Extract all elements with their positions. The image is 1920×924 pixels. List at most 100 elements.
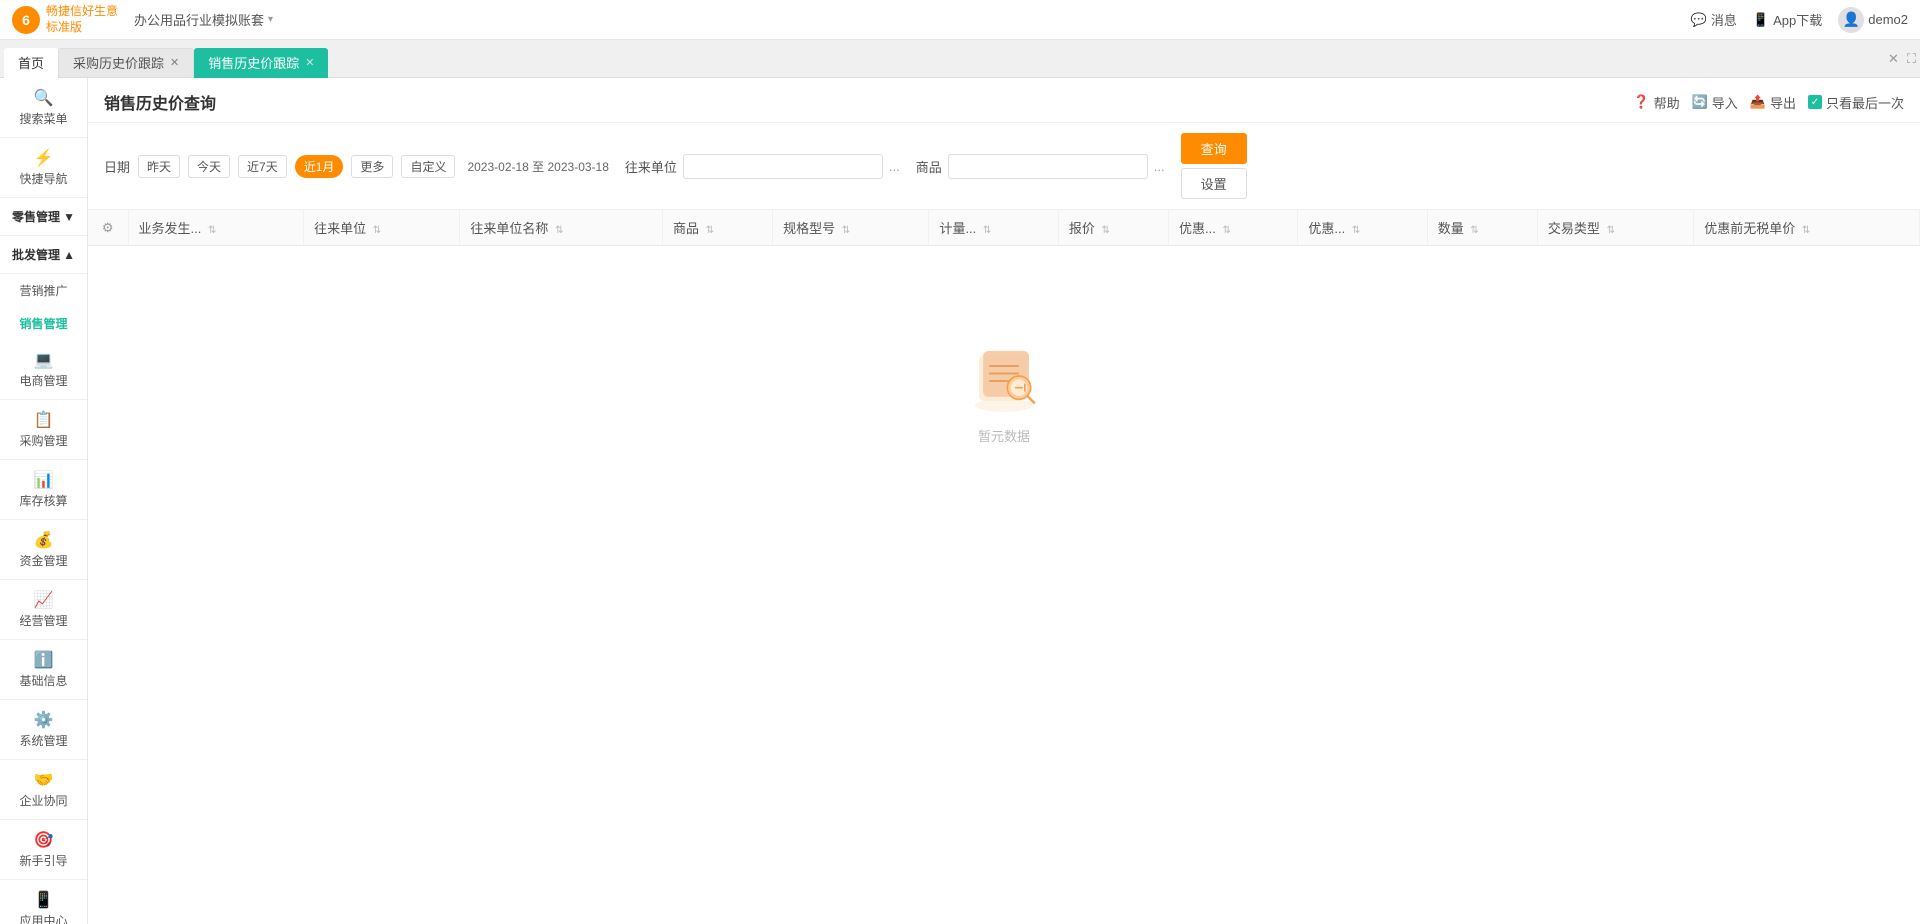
- sidebar-item-apps[interactable]: 📱 应用中心: [0, 880, 87, 924]
- col-spec[interactable]: 规格型号 ⇅: [773, 210, 929, 246]
- product-picker-icon[interactable]: ...: [1154, 159, 1165, 174]
- date-yesterday-btn[interactable]: 昨天: [138, 155, 180, 178]
- sort-icon: ⇅: [1352, 225, 1360, 236]
- sidebar-item-enterprise[interactable]: 🤝 企业协同: [0, 760, 87, 820]
- sidebar-item-system[interactable]: ⚙️ 系统管理: [0, 700, 87, 760]
- sidebar: 🔍 搜索菜单 ⚡ 快捷导航 零售管理 ▼ 批发管理 ▲ 营销推广 销售管理 💻 …: [0, 78, 88, 924]
- tab-close-purchase[interactable]: ✕: [170, 56, 179, 69]
- tab-bar: 首页 采购历史价跟踪 ✕ 销售历史价跟踪 ✕ ✕ ⛶: [0, 40, 1920, 78]
- sidebar-item-marketing[interactable]: 营销推广: [0, 274, 87, 307]
- message-icon: 💬: [1691, 12, 1707, 28]
- sort-icon: ⇅: [1802, 225, 1810, 236]
- sidebar-item-sales-mgmt[interactable]: 销售管理: [0, 307, 87, 340]
- action-buttons: 查询 设置: [1181, 133, 1247, 199]
- maximize-icon[interactable]: ⛶: [1907, 51, 1916, 67]
- col-pretax-price[interactable]: 优惠前无税单价 ⇅: [1694, 210, 1920, 246]
- counterparty-filter-group: 往来单位 ...: [625, 154, 900, 179]
- col-settings[interactable]: ⚙: [88, 210, 128, 246]
- tab-home[interactable]: 首页: [4, 48, 58, 78]
- tab-purchase-history[interactable]: 采购历史价跟踪 ✕: [58, 48, 194, 78]
- query-button[interactable]: 查询: [1181, 133, 1247, 164]
- col-counterparty-name[interactable]: 往来单位名称 ⇅: [460, 210, 663, 246]
- close-all-icon[interactable]: ✕: [1888, 51, 1899, 67]
- empty-illustration: [954, 326, 1054, 426]
- product-label: 商品: [916, 157, 942, 176]
- sort-icon: ⇅: [373, 225, 381, 236]
- tab-close-sales[interactable]: ✕: [305, 56, 314, 69]
- help-button[interactable]: ❓ 帮助: [1633, 93, 1679, 112]
- message-button[interactable]: 💬 消息: [1691, 10, 1737, 29]
- chevron-down-icon: ▾: [268, 14, 273, 25]
- date-custom-btn[interactable]: 自定义: [401, 155, 455, 178]
- sort-icon: ⇅: [842, 225, 850, 236]
- logo-text: 畅捷信好生意 标准版: [46, 4, 118, 35]
- sidebar-item-basic-info[interactable]: ℹ️ 基础信息: [0, 640, 87, 700]
- sidebar-item-search[interactable]: 🔍 搜索菜单: [0, 78, 87, 138]
- page-header: 销售历史价查询 ❓ 帮助 🔄 导入 📤 导出 只看最后一次: [88, 78, 1920, 123]
- sidebar-item-purchase[interactable]: 📋 采购管理: [0, 400, 87, 460]
- app-download-button[interactable]: 📱 App下载: [1753, 10, 1822, 29]
- empty-text: 暂元数据: [978, 426, 1030, 445]
- user-menu[interactable]: 👤 demo2: [1838, 7, 1908, 33]
- col-quoted-price[interactable]: 报价 ⇅: [1058, 210, 1168, 246]
- download-icon: 📱: [1753, 12, 1769, 28]
- header-right: 💬 消息 📱 App下载 👤 demo2: [1691, 7, 1908, 33]
- date-range-display: 2023-02-18 至 2023-03-18: [467, 158, 608, 175]
- inventory-icon: 📊: [34, 470, 54, 490]
- product-input[interactable]: [948, 154, 1148, 179]
- import-button[interactable]: 🔄 导入: [1692, 93, 1738, 112]
- sidebar-item-quick-nav[interactable]: ⚡ 快捷导航: [0, 138, 87, 198]
- export-button[interactable]: 📤 导出: [1750, 93, 1796, 112]
- sidebar-item-inventory[interactable]: 📊 库存核算: [0, 460, 87, 520]
- content-area: 销售历史价查询 ❓ 帮助 🔄 导入 📤 导出 只看最后一次: [88, 78, 1920, 924]
- operations-icon: 📈: [34, 590, 54, 610]
- sidebar-item-ecommerce[interactable]: 💻 电商管理: [0, 340, 87, 400]
- page-actions: ❓ 帮助 🔄 导入 📤 导出 只看最后一次: [1633, 93, 1904, 112]
- sidebar-item-operations[interactable]: 📈 经营管理: [0, 580, 87, 640]
- col-counterparty[interactable]: 往来单位 ⇅: [304, 210, 460, 246]
- sidebar-item-finance[interactable]: 💰 资金管理: [0, 520, 87, 580]
- gear-icon[interactable]: ⚙: [102, 220, 114, 235]
- sidebar-item-wholesale[interactable]: 批发管理 ▲: [0, 236, 87, 274]
- date-last7days-btn[interactable]: 近7天: [238, 155, 287, 178]
- date-today-btn[interactable]: 今天: [188, 155, 230, 178]
- quick-nav-icon: ⚡: [34, 148, 54, 168]
- apps-icon: 📱: [34, 890, 54, 910]
- counterparty-input[interactable]: [683, 154, 883, 179]
- col-discount1[interactable]: 优惠... ⇅: [1168, 210, 1297, 246]
- setting-button[interactable]: 设置: [1181, 168, 1247, 199]
- chevron-down-icon: ▼: [63, 210, 75, 224]
- col-unit[interactable]: 计量... ⇅: [929, 210, 1058, 246]
- basic-info-icon: ℹ️: [34, 650, 54, 670]
- sort-icon: ⇅: [1101, 225, 1109, 236]
- logo-area: 6 畅捷信好生意 标准版: [12, 4, 118, 35]
- table-container: ⚙ 业务发生... ⇅ 往来单位 ⇅ 往来单位名称 ⇅: [88, 210, 1920, 924]
- ecommerce-icon: 💻: [34, 350, 54, 370]
- col-product[interactable]: 商品 ⇅: [662, 210, 772, 246]
- date-last1month-btn[interactable]: 近1月: [295, 155, 344, 178]
- counterparty-picker-icon[interactable]: ...: [889, 159, 900, 174]
- col-biz-date[interactable]: 业务发生... ⇅: [128, 210, 304, 246]
- tab-sales-history[interactable]: 销售历史价跟踪 ✕: [194, 48, 328, 78]
- system-icon: ⚙️: [34, 710, 54, 730]
- guide-icon: 🎯: [34, 830, 54, 850]
- col-quantity[interactable]: 数量 ⇅: [1427, 210, 1537, 246]
- sidebar-item-guide[interactable]: 🎯 新手引导: [0, 820, 87, 880]
- table-header: ⚙ 业务发生... ⇅ 往来单位 ⇅ 往来单位名称 ⇅: [88, 210, 1920, 246]
- empty-state: 暂元数据: [88, 246, 1920, 525]
- sidebar-item-retail[interactable]: 零售管理 ▼: [0, 198, 87, 236]
- purchase-icon: 📋: [34, 410, 54, 430]
- avatar: 👤: [1838, 7, 1864, 33]
- help-icon: ❓: [1633, 94, 1649, 110]
- date-more-btn[interactable]: 更多: [351, 155, 393, 178]
- app-selector[interactable]: 办公用品行业模拟账套 ▾: [126, 10, 281, 29]
- date-filter-group: 日期 昨天 今天 近7天 近1月 更多 自定义 2023-02-18 至 202…: [104, 155, 609, 178]
- col-discount2[interactable]: 优惠... ⇅: [1298, 210, 1427, 246]
- page-title: 销售历史价查询: [104, 90, 216, 114]
- col-trade-type[interactable]: 交易类型 ⇅: [1537, 210, 1693, 246]
- sort-icon: ⇅: [555, 225, 563, 236]
- chevron-up-icon: ▲: [63, 248, 75, 262]
- sort-icon: ⇅: [1222, 225, 1230, 236]
- header-left: 6 畅捷信好生意 标准版 办公用品行业模拟账套 ▾: [12, 4, 281, 35]
- last-once-checkbox[interactable]: 只看最后一次: [1808, 93, 1904, 112]
